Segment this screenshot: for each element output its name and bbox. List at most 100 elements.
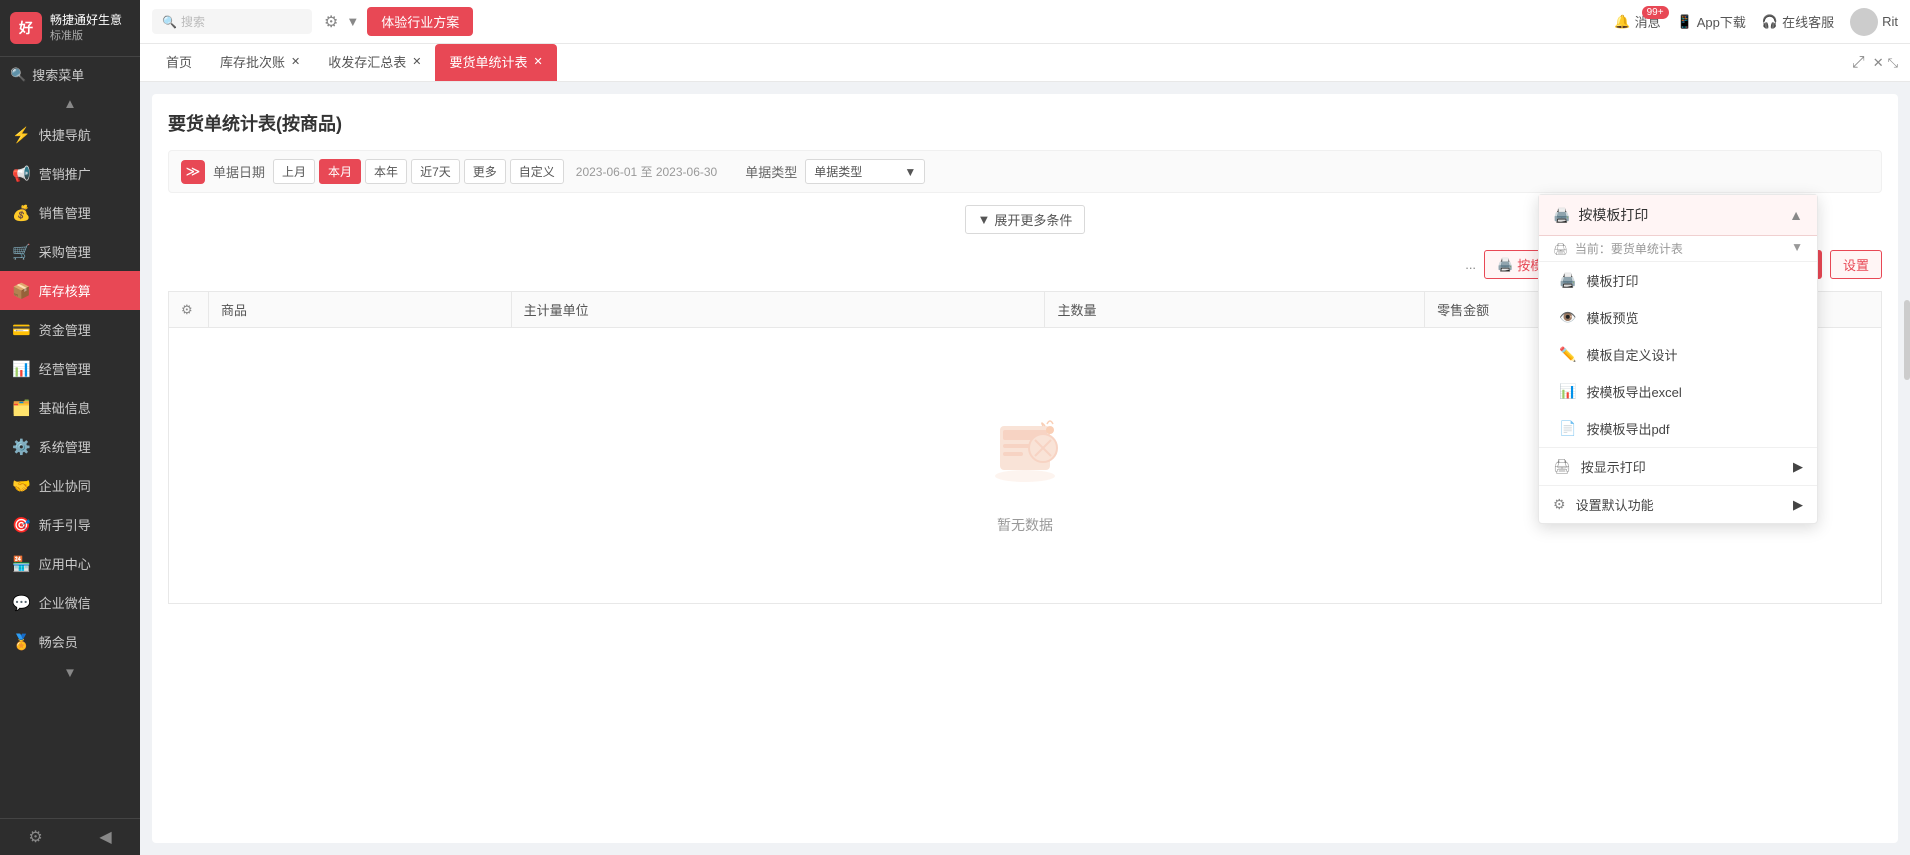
- tabs-expand[interactable]: ⤢: [1852, 54, 1865, 72]
- sidebar-item-marketing[interactable]: 📢营销推广: [0, 154, 140, 193]
- sidebar-item-newguide[interactable]: 🎯新手引导: [0, 505, 140, 544]
- template_preview-label: 模板预览: [1586, 308, 1638, 327]
- filter-expand-button[interactable]: ≫: [181, 160, 205, 184]
- trial-button[interactable]: 体验行业方案: [367, 7, 473, 36]
- topbar: 🔍 搜索 ⚙ ▼ 体验行业方案 🔔 消息 99+ 📱 App下载 🎧 在线客服 …: [140, 0, 1910, 44]
- set-default-icon: ⚙: [1553, 496, 1566, 513]
- sidebar-item-operations[interactable]: 📊经营管理: [0, 349, 140, 388]
- display-print-icon: 🖨: [1553, 458, 1571, 475]
- display-print-label: 按显示打印: [1581, 457, 1646, 476]
- search-label: 搜索菜单: [32, 65, 84, 84]
- current-chevron[interactable]: ▼: [1791, 240, 1803, 254]
- user-name: Rit: [1882, 14, 1898, 29]
- date-btn-custom[interactable]: 自定义: [510, 159, 564, 184]
- tab-close-requisition[interactable]: ✕: [534, 55, 543, 68]
- settings-button[interactable]: 设置: [1830, 250, 1882, 279]
- sidebar-item-member[interactable]: 🏅畅会员: [0, 622, 140, 661]
- doc-type-select[interactable]: 单据类型 ▼: [805, 159, 925, 184]
- sidebar-item-finance[interactable]: 💳资金管理: [0, 310, 140, 349]
- search-placeholder: 搜索: [181, 13, 205, 30]
- sidebar-item-system[interactable]: ⚙️系统管理: [0, 427, 140, 466]
- user-avatar[interactable]: Rit: [1850, 8, 1898, 36]
- tab-close-receivables[interactable]: ✕: [412, 55, 421, 68]
- sidebar-item-inventory[interactable]: 📦库存核算: [0, 271, 140, 310]
- tab-label: 库存批次账: [220, 52, 285, 71]
- main-area: 🔍 搜索 ⚙ ▼ 体验行业方案 🔔 消息 99+ 📱 App下载 🎧 在线客服 …: [140, 0, 1910, 855]
- template_print-label: 模板打印: [1586, 271, 1638, 290]
- doc-type-value: 单据类型: [814, 163, 862, 180]
- sidebar-item-label: 应用中心: [39, 554, 91, 573]
- tab-close-batch[interactable]: ✕: [291, 55, 300, 68]
- table-settings-icon[interactable]: ⚙: [181, 302, 193, 317]
- chevron-down-icon: ▼: [904, 165, 916, 179]
- sidebar-item-label: 销售管理: [39, 203, 91, 222]
- sales-icon: 💰: [12, 204, 31, 222]
- sidebar-scroll-down[interactable]: ▼: [0, 661, 140, 684]
- online-service-button[interactable]: 🎧 在线客服: [1762, 12, 1834, 31]
- tab-receivables[interactable]: 收发存汇总表✕: [314, 44, 435, 81]
- app-download-button[interactable]: 📱 App下载: [1677, 12, 1746, 31]
- date-btn-current_month[interactable]: 本月: [319, 159, 361, 184]
- more-actions-icon[interactable]: ...: [1465, 257, 1476, 272]
- print-icon: 🖨️: [1497, 257, 1513, 273]
- sidebar: 好 畅捷通好生意 标准版 🔍 搜索菜单 ▲ ⚡快捷导航📢营销推广💰销售管理🛒采购…: [0, 0, 140, 855]
- dropdown-item-template_design[interactable]: ✏️模板自定义设计: [1539, 336, 1817, 373]
- expand-more-label: 展开更多条件: [994, 210, 1072, 229]
- sidebar-item-label: 经营管理: [39, 359, 91, 378]
- collab-icon: 🤝: [12, 477, 31, 495]
- tab-home[interactable]: 首页: [152, 44, 206, 81]
- logo-icon: 好: [10, 12, 42, 44]
- sidebar-item-collab[interactable]: 🤝企业协同: [0, 466, 140, 505]
- bell-icon: 🔔: [1614, 14, 1630, 30]
- search-icon: 🔍: [162, 15, 177, 29]
- basic-icon: 🗂️: [12, 399, 31, 417]
- expand-more-button[interactable]: ▼ 展开更多条件: [965, 205, 1086, 234]
- set-default-label: 设置默认功能: [1576, 495, 1654, 514]
- date-btn-last7[interactable]: 近7天: [411, 159, 460, 184]
- sidebar-item-sales[interactable]: 💰 销售管理: [0, 193, 140, 232]
- maximize-icon[interactable]: ⤡: [1888, 55, 1898, 71]
- topbar-right: 🔔 消息 99+ 📱 App下载 🎧 在线客服 Rit: [1614, 8, 1898, 36]
- sidebar-item-purchase[interactable]: 🛒采购管理: [0, 232, 140, 271]
- dropdown-item-template_preview[interactable]: 👁️模板预览: [1539, 299, 1817, 336]
- display-print-item[interactable]: 🖨 按显示打印 ▶: [1539, 447, 1817, 485]
- close-all-icon[interactable]: ✕: [1873, 55, 1884, 71]
- topbar-search[interactable]: 🔍 搜索: [152, 9, 312, 34]
- date-btn-prev_month[interactable]: 上月: [273, 159, 315, 184]
- dropdown-title: 按模板打印: [1578, 205, 1648, 225]
- dropdown-item-export_excel[interactable]: 📊按模板导出excel: [1539, 373, 1817, 410]
- settings-label: 设置: [1843, 255, 1869, 274]
- tab-batch[interactable]: 库存批次账 ✕: [206, 44, 314, 81]
- tab-label: 要货单统计表: [449, 52, 527, 71]
- col-unit: 主计量单位: [511, 292, 1045, 328]
- sidebar-item-shortcut[interactable]: ⚡快捷导航: [0, 115, 140, 154]
- dropdown-close-chevron[interactable]: ▲: [1789, 207, 1803, 223]
- tab-requisition[interactable]: 要货单统计表 ✕: [435, 44, 556, 81]
- sidebar-item-basic[interactable]: 🗂️基础信息: [0, 388, 140, 427]
- resize-handle[interactable]: [1904, 300, 1910, 380]
- date-btn-more[interactable]: 更多: [464, 159, 506, 184]
- tab-label: 首页: [166, 52, 192, 71]
- sidebar-scroll-up[interactable]: ▲: [0, 92, 140, 115]
- empty-text: 暂无数据: [997, 515, 1053, 535]
- date-btn-current_year[interactable]: 本年: [365, 159, 407, 184]
- newguide-icon: 🎯: [12, 516, 31, 534]
- collapse-icon[interactable]: ◀: [99, 827, 111, 847]
- dropdown-item-export_pdf[interactable]: 📄按模板导出pdf: [1539, 410, 1817, 447]
- gear-icon[interactable]: ⚙: [324, 12, 338, 32]
- dropdown-item-template_print[interactable]: 🖨️模板打印: [1539, 262, 1817, 299]
- sidebar-item-label: 资金管理: [39, 320, 91, 339]
- appstore-icon: 🏪: [12, 555, 31, 573]
- sidebar-item-wechat[interactable]: 💬企业微信: [0, 583, 140, 622]
- export_pdf-icon: 📄: [1559, 420, 1576, 437]
- set-default-item[interactable]: ⚙ 设置默认功能 ▶: [1539, 485, 1817, 523]
- export_excel-icon: 📊: [1559, 383, 1576, 400]
- headset-icon: 🎧: [1762, 14, 1778, 30]
- settings-icon[interactable]: ⚙: [28, 827, 42, 847]
- expand-icon: ⤢: [1852, 54, 1865, 72]
- sidebar-search[interactable]: 🔍 搜索菜单: [0, 57, 140, 92]
- inventory-icon: 📦: [12, 282, 31, 300]
- messages-button[interactable]: 🔔 消息 99+: [1614, 12, 1660, 31]
- topbar-chevron[interactable]: ▼: [346, 14, 359, 29]
- sidebar-item-appstore[interactable]: 🏪 应用中心: [0, 544, 140, 583]
